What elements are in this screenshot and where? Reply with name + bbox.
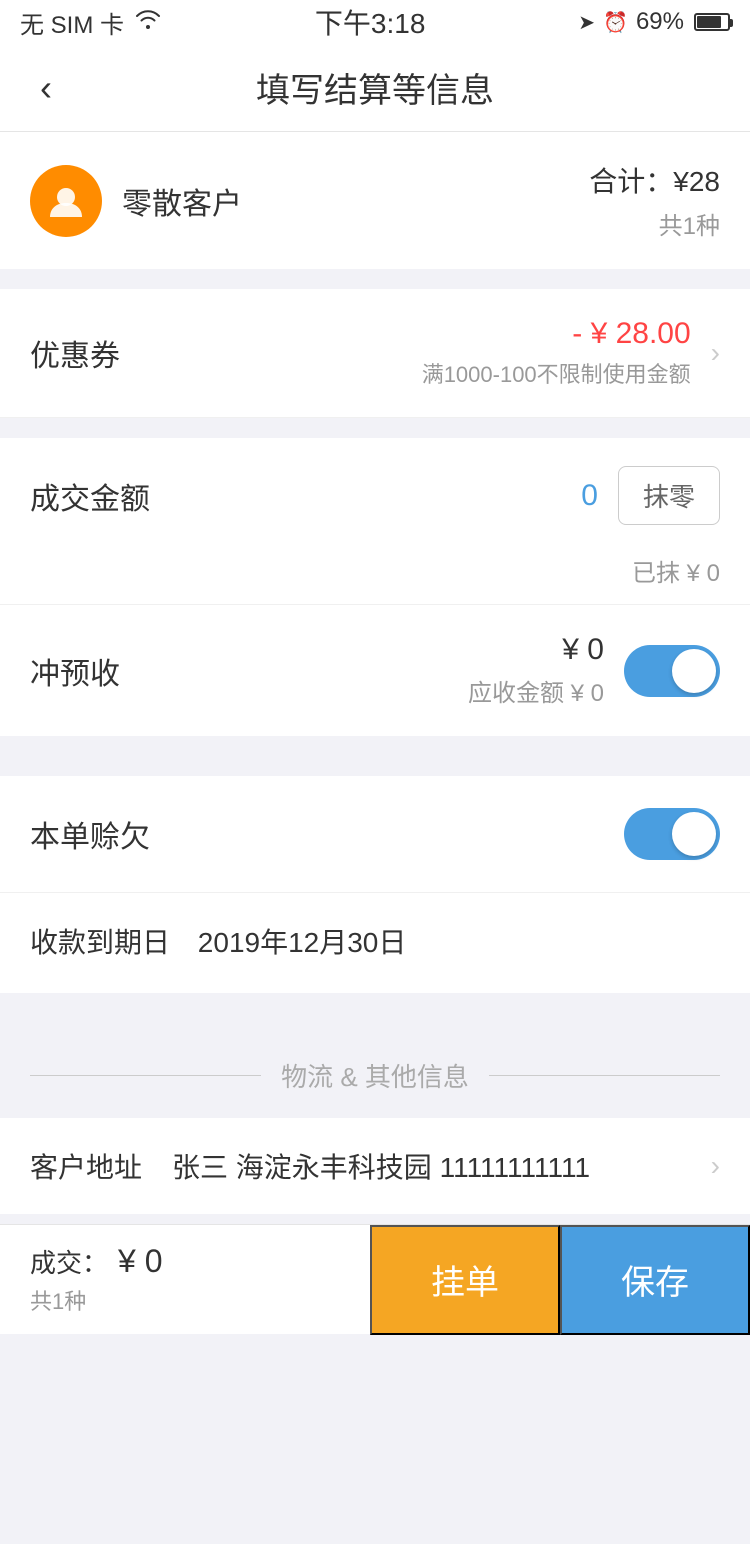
bottom-transaction-row: 成交： ¥ 0 <box>30 1243 340 1280</box>
debit-section: 本单赊欠 收款到期日 2019年12月30日 <box>0 776 750 993</box>
status-left: 无 SIM 卡 <box>20 5 162 40</box>
bottom-transaction-amount: ¥ 0 <box>118 1243 162 1280</box>
bottom-count: 共1种 <box>30 1284 340 1316</box>
address-value: 张三 海淀永丰科技园 11111111111 <box>172 1146 701 1186</box>
debit-toggle[interactable] <box>624 808 720 860</box>
back-button[interactable]: ‹ <box>30 57 62 119</box>
location-icon: ➤ <box>578 10 595 35</box>
customer-row: 零散客户 合计：¥28 共1种 <box>0 132 750 269</box>
divider-1 <box>0 418 750 438</box>
address-row[interactable]: 客户地址 张三 海淀永丰科技园 11111111111 › <box>0 1118 750 1214</box>
toggle-knob <box>672 649 716 693</box>
status-right: ➤ ⏰ 69% <box>578 8 730 36</box>
coupon-desc: 满1000-100不限制使用金额 <box>422 357 691 389</box>
bottom-info: 成交： ¥ 0 共1种 <box>0 1243 370 1316</box>
debit-toggle-knob <box>672 812 716 856</box>
wifi-icon <box>134 8 162 36</box>
coupon-right: - ¥ 28.00 满1000-100不限制使用金额 › <box>422 317 720 389</box>
due-date-label: 收款到期日 <box>30 927 170 958</box>
battery-text: 69% <box>636 8 684 36</box>
logistics-divider <box>0 1013 750 1033</box>
customer-section: 零散客户 合计：¥28 共1种 <box>0 132 750 269</box>
coupon-amount: - ¥ 28.00 <box>422 317 691 351</box>
coupon-label: 优惠券 <box>30 331 120 375</box>
prepay-amounts: ¥ 0 应收金额 ¥ 0 <box>468 633 604 708</box>
prepay-toggle[interactable] <box>624 645 720 697</box>
prepay-main-amount: ¥ 0 <box>468 633 604 667</box>
logistics-label: 物流 & 其他信息 <box>281 1057 469 1094</box>
prepay-sub-amount: 应收金额 ¥ 0 <box>468 673 604 708</box>
address-label: 客户地址 <box>30 1146 142 1186</box>
divider-2 <box>0 756 750 776</box>
coupon-row[interactable]: 优惠券 - ¥ 28.00 满1000-100不限制使用金额 › <box>0 289 750 418</box>
transaction-label: 成交金额 <box>30 474 150 518</box>
due-date-value[interactable]: 2019年12月30日 <box>198 927 407 958</box>
save-button[interactable]: 保存 <box>560 1225 750 1335</box>
customer-name: 零散客户 <box>122 179 242 223</box>
prepay-row: 冲预收 ¥ 0 应收金额 ¥ 0 <box>0 604 750 736</box>
transaction-section: 成交金额 0 抹零 已抹 ¥ 0 冲预收 ¥ 0 应收金额 ¥ 0 <box>0 438 750 736</box>
amount-sub: 已抹 ¥ 0 <box>0 553 750 604</box>
page-title: 填写结算等信息 <box>256 63 494 112</box>
battery-icon <box>694 13 730 31</box>
debit-label: 本单赊欠 <box>30 812 150 856</box>
bottom-transaction-label: 成交： <box>30 1243 108 1280</box>
debit-row: 本单赊欠 <box>0 776 750 892</box>
alarm-icon: ⏰ <box>603 10 628 35</box>
status-bar: 无 SIM 卡 下午3:18 ➤ ⏰ 69% <box>0 0 750 44</box>
due-date-row: 收款到期日 2019年12月30日 <box>0 892 750 993</box>
coupon-section[interactable]: 优惠券 - ¥ 28.00 满1000-100不限制使用金额 › <box>0 289 750 418</box>
carrier-text: 无 SIM 卡 <box>20 5 124 40</box>
line-left <box>30 1075 261 1076</box>
bottom-spacer <box>0 1434 750 1544</box>
status-time: 下午3:18 <box>315 2 426 42</box>
transaction-amount[interactable]: 0 <box>518 479 598 513</box>
bottom-bar: 成交： ¥ 0 共1种 挂单 保存 <box>0 1224 750 1334</box>
address-chevron-icon: › <box>711 1150 720 1182</box>
transaction-amount-area: 0 抹零 <box>518 466 720 525</box>
customer-total: 合计：¥28 共1种 <box>589 160 720 241</box>
logistics-header: 物流 & 其他信息 <box>0 1033 750 1118</box>
round-button[interactable]: 抹零 <box>618 466 720 525</box>
total-count: 共1种 <box>589 206 720 241</box>
coupon-info: - ¥ 28.00 满1000-100不限制使用金额 <box>422 317 691 389</box>
line-right <box>489 1075 720 1076</box>
customer-info: 零散客户 <box>30 165 242 237</box>
prepay-label: 冲预收 <box>30 649 120 693</box>
transaction-row: 成交金额 0 抹零 <box>0 438 750 553</box>
avatar <box>30 165 102 237</box>
nav-bar: ‹ 填写结算等信息 <box>0 44 750 132</box>
pending-button[interactable]: 挂单 <box>370 1225 560 1335</box>
total-amount: 合计：¥28 <box>589 160 720 200</box>
chevron-right-icon: › <box>711 337 720 369</box>
